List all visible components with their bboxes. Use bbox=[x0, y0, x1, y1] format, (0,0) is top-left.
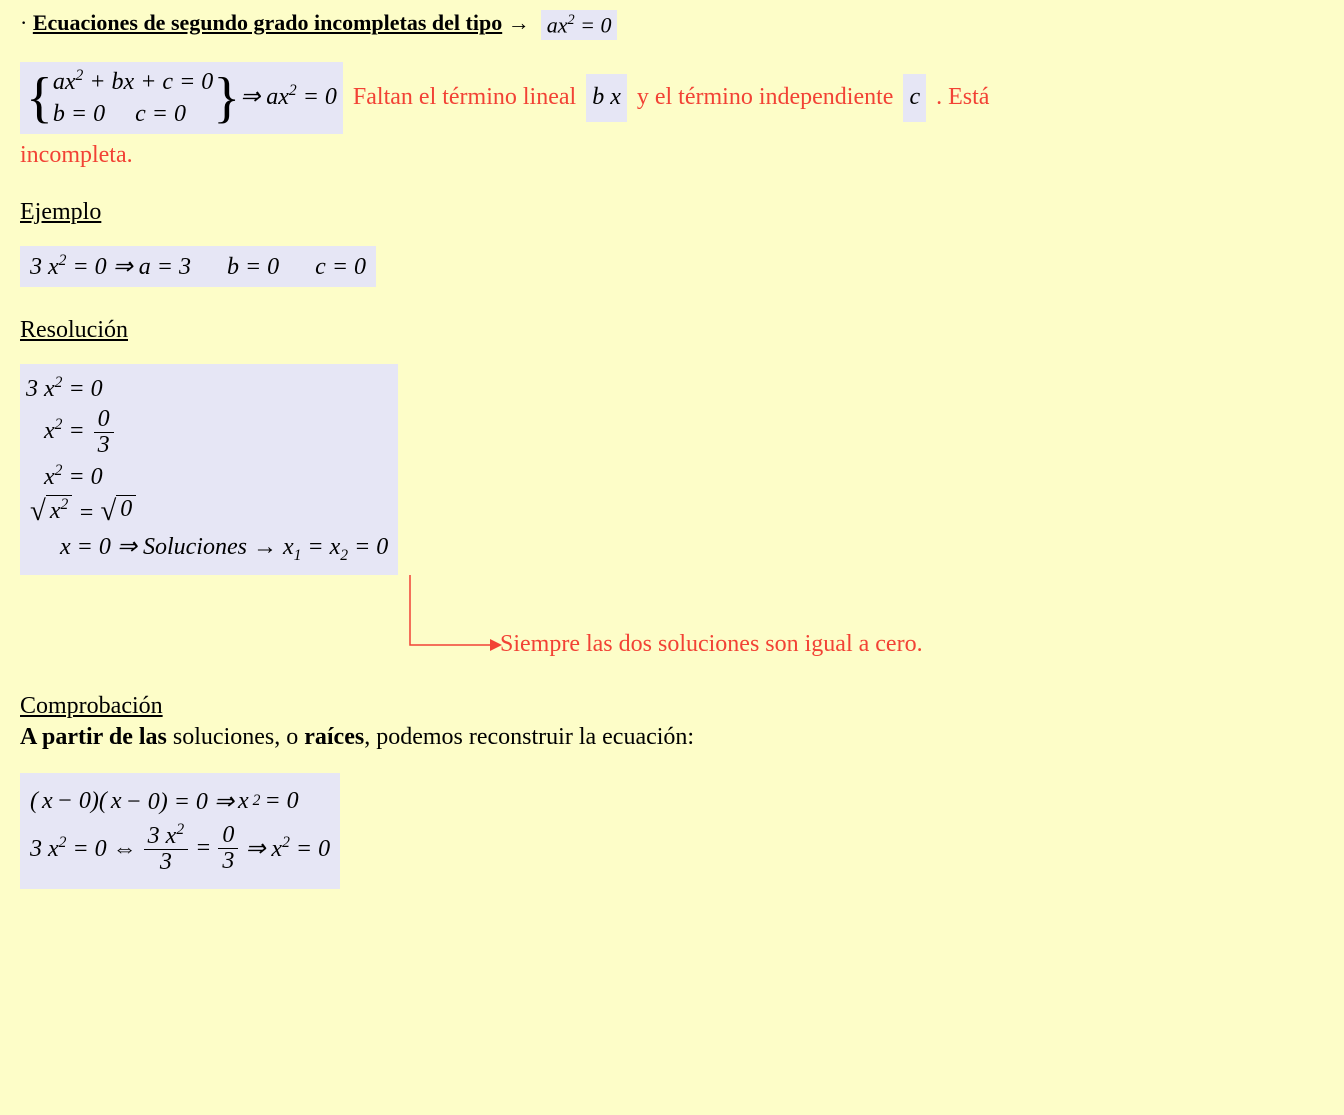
intro-plain1: soluciones, o bbox=[173, 724, 304, 750]
resolucion-heading: Resolución bbox=[20, 317, 1324, 344]
definition-text2: y el término independiente bbox=[637, 76, 894, 119]
document-page: · Ecuaciones de segundo grado incompleta… bbox=[0, 0, 1344, 929]
term-bx: b x bbox=[586, 74, 627, 121]
ejemplo-formula: 3 x2 = 0 ⇒ a = 3 b = 0 c = 0 bbox=[20, 246, 1324, 287]
comprobacion-line1: (x − 0)(x − 0) = 0 ⇒ x2 = 0 bbox=[30, 787, 330, 816]
system-line1: ax2 + bx + c = 0 bbox=[53, 66, 213, 98]
comprobacion-intro: A partir de las soluciones, o raíces, po… bbox=[20, 724, 1324, 751]
resolucion-step3: x2 = 0 bbox=[26, 462, 388, 491]
resolucion-step4: √x2 = √0 bbox=[26, 495, 388, 528]
line2-frac1-den: 3 bbox=[156, 850, 176, 875]
ejemplo-c: c = 0 bbox=[315, 254, 366, 280]
step2-den: 3 bbox=[94, 433, 114, 458]
intro-bold2: raíces bbox=[304, 724, 364, 750]
ejemplo-b: b = 0 bbox=[227, 254, 279, 280]
line2-frac2-num: 0 bbox=[218, 823, 238, 849]
term-c: c bbox=[903, 74, 926, 121]
line2-eq: = bbox=[195, 835, 211, 862]
resolucion-step1: 3 x2 = 0 bbox=[26, 374, 388, 403]
resolucion-box: 3 x2 = 0 x2 = 0 3 x2 = 0 √x2 = √0 x = 0 … bbox=[20, 364, 398, 575]
definition-row: { ax2 + bx + c = 0 b = 0 c = 0 } ⇒ ax2 =… bbox=[20, 62, 1324, 133]
comprobacion-heading: Comprobación bbox=[20, 693, 1324, 720]
callout-text: Siempre las dos soluciones son igual a c… bbox=[500, 631, 923, 658]
page-title: Ecuaciones de segundo grado incompletas … bbox=[33, 10, 502, 35]
resolucion-step2: x2 = 0 3 bbox=[26, 407, 388, 458]
definition-text3: . Está bbox=[936, 76, 989, 119]
definition-text1: Faltan el término lineal bbox=[353, 76, 576, 119]
type-formula: ax2 = 0 bbox=[541, 10, 618, 40]
line2-frac2-den: 3 bbox=[218, 849, 238, 874]
comprobacion-line2: 3 x2 = 0 ⇔ 3 x2 3 = 0 3 ⇒ x2 = 0 bbox=[30, 822, 330, 875]
definition-text4: incompleta. bbox=[20, 142, 1324, 169]
system-c: c = 0 bbox=[135, 99, 186, 130]
resolucion-step5: x = 0 ⇒ Soluciones → x1 = x2 = 0 bbox=[26, 532, 388, 565]
ejemplo-heading: Ejemplo bbox=[20, 199, 1324, 226]
comprobacion-box: (x − 0)(x − 0) = 0 ⇒ x2 = 0 3 x2 = 0 ⇔ 3… bbox=[20, 773, 340, 889]
heading-line: · Ecuaciones de segundo grado incompleta… bbox=[20, 10, 1324, 40]
intro-bold1: A partir de las bbox=[20, 724, 173, 750]
system-b: b = 0 bbox=[53, 99, 105, 130]
bullet: · bbox=[20, 10, 27, 35]
system-implies: ⇒ ax2 = 0 bbox=[240, 76, 337, 119]
arrow-icon bbox=[20, 575, 520, 675]
arrow: → bbox=[508, 10, 530, 35]
system-brace: { ax2 + bx + c = 0 b = 0 c = 0 } ⇒ ax2 =… bbox=[20, 62, 343, 133]
callout-area: Siempre las dos soluciones son igual a c… bbox=[20, 575, 1324, 675]
step2-num: 0 bbox=[94, 407, 114, 433]
intro-plain2: , podemos reconstruir la ecuación: bbox=[364, 724, 694, 750]
